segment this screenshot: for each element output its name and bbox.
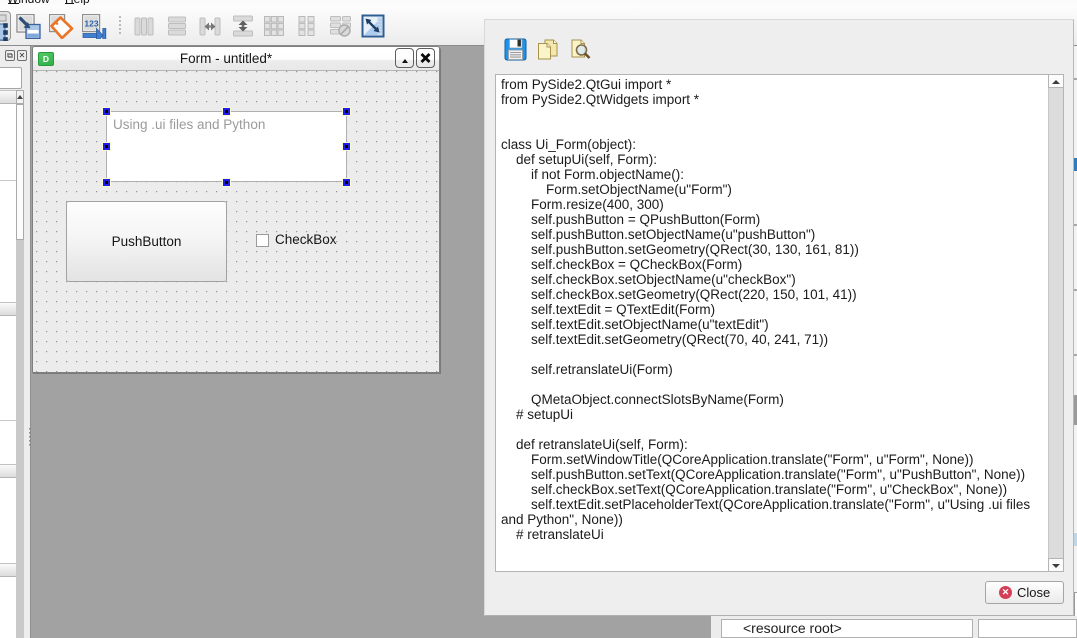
svg-text:123: 123 (84, 19, 98, 29)
